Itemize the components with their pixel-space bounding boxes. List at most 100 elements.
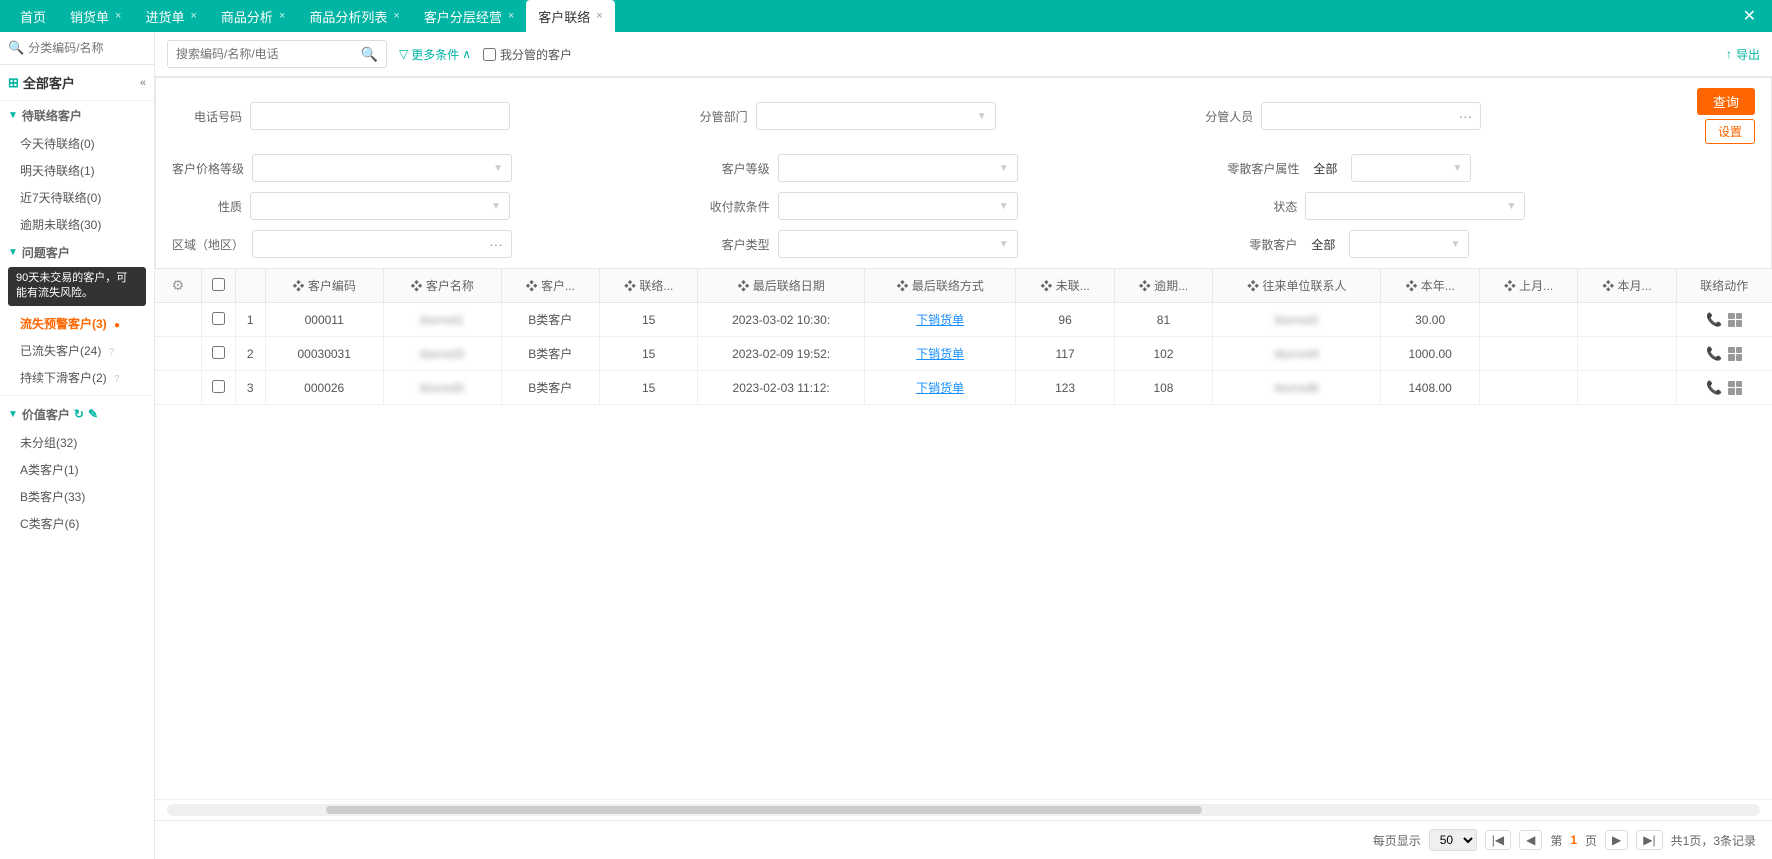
filter-payment-label: 收付款条件 <box>700 198 770 215</box>
filter-phone-input[interactable] <box>250 102 510 130</box>
chevron-down-icon: ▼ <box>1450 239 1460 250</box>
filter-payment: 收付款条件 ▼ <box>700 192 1228 220</box>
settings-icon[interactable]: ⚙ <box>172 277 185 293</box>
filter-customer-type-select[interactable]: ▼ <box>778 230 1018 258</box>
close-icon[interactable]: × <box>279 10 285 22</box>
close-icon[interactable]: × <box>393 10 399 22</box>
my-customers-checkbox[interactable] <box>483 48 496 61</box>
th-checkbox <box>201 269 235 303</box>
filter-region-select[interactable]: ··· <box>252 230 512 258</box>
collapse-icon[interactable]: « <box>140 77 146 89</box>
filter-price-grade-label: 客户价格等级 <box>172 160 244 177</box>
window-close-button[interactable]: ✕ <box>1735 6 1764 26</box>
filter-phone: 电话号码 <box>172 102 678 130</box>
tab-analysis[interactable]: 商品分析 × <box>209 0 297 32</box>
sidebar-item-overdue[interactable]: 逾期未联络(30) <box>0 211 154 238</box>
sidebar-item-declining[interactable]: 持续下滑客户(2) ? <box>0 364 154 391</box>
filter-zero-attr-select[interactable]: ▼ <box>1351 154 1471 182</box>
tab-purchase[interactable]: 进货单 × <box>133 0 208 32</box>
td-unit-contact: blurred2 <box>1213 303 1381 337</box>
td-uncontacted: 123 <box>1016 371 1114 405</box>
td-contact: 15 <box>600 303 698 337</box>
sidebar-item-churned[interactable]: 已流失客户(24) ? <box>0 337 154 364</box>
td-type: B类客户 <box>501 303 599 337</box>
filter-dept-select[interactable]: ▼ <box>756 102 996 130</box>
action-more-icon[interactable] <box>1728 347 1742 361</box>
sidebar-search-input[interactable] <box>28 41 146 55</box>
action-phone-icon[interactable]: 📞 <box>1706 380 1722 396</box>
close-icon[interactable]: × <box>596 10 602 22</box>
sidebar-item-a-class[interactable]: A类客户(1) <box>0 456 154 483</box>
search-input[interactable] <box>176 47 361 61</box>
filter-person-label: 分管人员 <box>1183 108 1253 125</box>
filter-person-select[interactable]: ··· <box>1261 102 1481 130</box>
row-checkbox[interactable] <box>212 312 225 325</box>
sidebar-section-problem[interactable]: ▼ 问题客户 <box>0 238 154 267</box>
tab-customer-layer[interactable]: 客户分层经营 × <box>412 0 526 32</box>
horizontal-scrollbar[interactable] <box>155 799 1772 820</box>
td-overdue: 81 <box>1114 303 1212 337</box>
settings-button[interactable]: 设置 <box>1705 119 1755 144</box>
tab-analysis-list[interactable]: 商品分析列表 × <box>297 0 411 32</box>
filter-price-grade-select[interactable]: ▼ <box>252 154 512 182</box>
close-icon[interactable]: × <box>508 10 514 22</box>
td-last-month <box>1479 337 1577 371</box>
filter-payment-select[interactable]: ▼ <box>778 192 1018 220</box>
sidebar-section-pending[interactable]: ▼ 待联络客户 <box>0 101 154 130</box>
more-icon[interactable]: ··· <box>1458 108 1472 124</box>
filter-gender-select[interactable]: ▼ <box>250 192 510 220</box>
query-button[interactable]: 查询 <box>1697 88 1755 115</box>
more-conditions-button[interactable]: ▽ 更多条件 ∧ <box>399 46 471 63</box>
close-icon[interactable]: × <box>190 10 196 22</box>
filter-customer-grade-select[interactable]: ▼ <box>778 154 1018 182</box>
row-checkbox[interactable] <box>212 380 225 393</box>
export-icon: ↑ <box>1726 47 1732 61</box>
chevron-down-icon: ▼ <box>1506 201 1516 212</box>
td-last-contact-date: 2023-02-03 11:12: <box>698 371 865 405</box>
refresh-icon[interactable]: ↻ <box>74 407 84 421</box>
sidebar-item-today[interactable]: 今天待联络(0) <box>0 130 154 157</box>
all-customers-header[interactable]: ⊞ 全部客户 « <box>0 65 154 101</box>
action-more-icon[interactable] <box>1728 313 1742 327</box>
table-row: 3 000026 blurred5 B类客户 15 2023-02-03 11:… <box>155 371 1772 405</box>
search-button-icon[interactable]: 🔍 <box>361 46 378 63</box>
th-settings[interactable]: ⚙ <box>155 269 201 303</box>
action-phone-icon[interactable]: 📞 <box>1706 312 1722 328</box>
row-checkbox[interactable] <box>212 346 225 359</box>
action-phone-icon[interactable]: 📞 <box>1706 346 1722 362</box>
sidebar-item-7days[interactable]: 近7天待联络(0) <box>0 184 154 211</box>
table-header-row: ⚙ ❖ 客户编码 ❖ 客户名称 ❖ 客户... ❖ 联 <box>155 269 1772 303</box>
sidebar-item-tomorrow[interactable]: 明天待联络(1) <box>0 157 154 184</box>
prev-page-button[interactable]: ◀ <box>1519 830 1542 850</box>
tab-customer-contact[interactable]: 客户联络 × <box>526 0 614 32</box>
first-page-button[interactable]: |◀ <box>1485 830 1511 850</box>
sidebar-item-ungrouped[interactable]: 未分组(32) <box>0 429 154 456</box>
filter-panel: 电话号码 分管部门 ▼ 分管人员 ··· <box>155 77 1772 269</box>
td-actions: 📞 <box>1676 303 1772 337</box>
select-all-checkbox[interactable] <box>212 278 225 291</box>
tab-sales[interactable]: 销货单 × <box>58 0 133 32</box>
sidebar-item-b-class[interactable]: B类客户(33) <box>0 483 154 510</box>
scrollbar-thumb[interactable] <box>326 806 1202 814</box>
th-this-month: ❖ 本月... <box>1578 269 1676 303</box>
sidebar-section-value[interactable]: ▼ 价值客户 ↻ ✎ <box>0 400 154 429</box>
close-icon[interactable]: × <box>115 10 121 22</box>
action-more-icon[interactable] <box>1728 381 1742 395</box>
sidebar-item-churn-warning[interactable]: 流失预警客户(3) ● <box>0 310 154 337</box>
edit-icon[interactable]: ✎ <box>88 407 98 421</box>
per-page-select[interactable]: 50 <box>1429 829 1477 851</box>
next-page-button[interactable]: ▶ <box>1605 830 1628 850</box>
more-icon[interactable]: ··· <box>489 236 503 252</box>
filter-status-select[interactable]: ▼ <box>1305 192 1525 220</box>
search-bar: 🔍 ▽ 更多条件 ∧ 我分管的客户 ↑ 导出 <box>155 32 1772 77</box>
filter-zero-customer-select[interactable]: ▼ <box>1349 230 1469 258</box>
tab-home[interactable]: 首页 <box>8 0 58 32</box>
sidebar-item-c-class[interactable]: C类客户(6) <box>0 510 154 537</box>
filter-zero-attr: 零散客户属性 全部 ▼ <box>1227 154 1755 182</box>
filter-row-3: 性质 ▼ 收付款条件 ▼ 状态 <box>172 192 1755 220</box>
filter-gender: 性质 ▼ <box>172 192 700 220</box>
export-button[interactable]: ↑ 导出 <box>1726 46 1760 63</box>
td-overdue: 102 <box>1114 337 1212 371</box>
td-num: 1 <box>235 303 265 337</box>
last-page-button[interactable]: ▶| <box>1636 830 1662 850</box>
